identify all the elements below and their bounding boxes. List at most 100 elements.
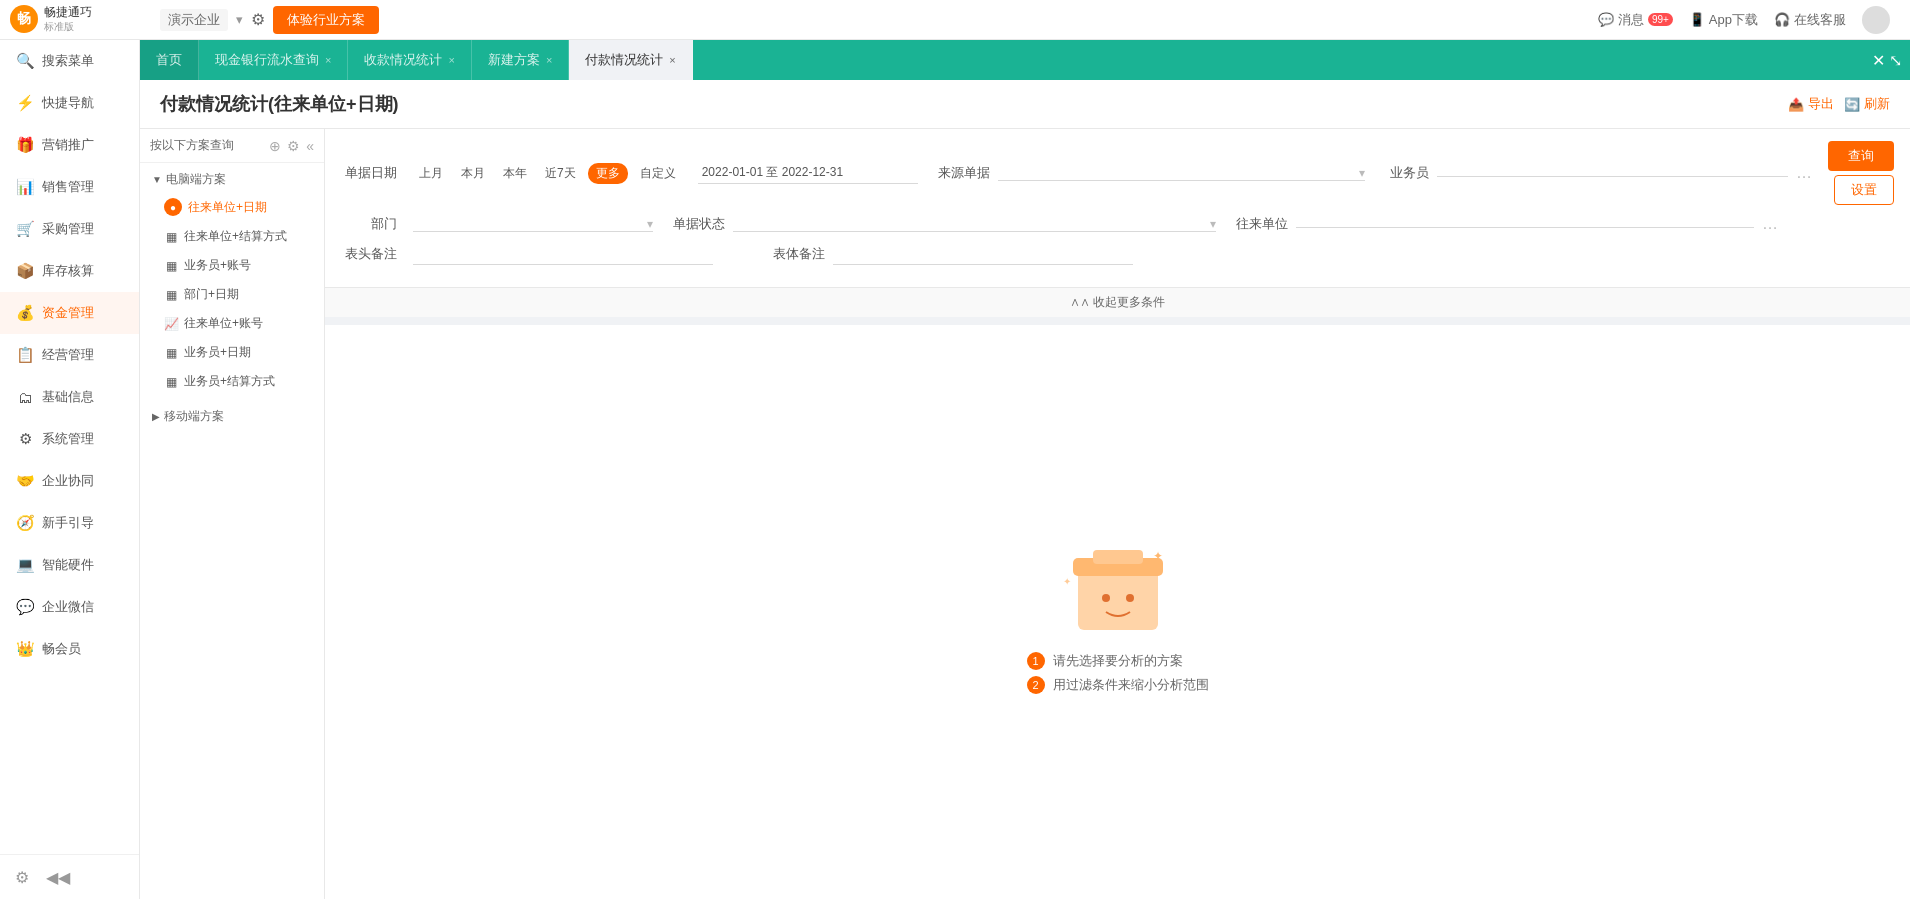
source-select[interactable]: ▾	[998, 166, 1365, 181]
tab-cash-bank-close[interactable]: ×	[325, 54, 331, 66]
sidebar-item-finance[interactable]: 💰 资金管理	[0, 292, 139, 334]
mobile-group-arrow-icon: ▶	[152, 411, 160, 422]
scheme-add-icon[interactable]: ⊕	[269, 138, 281, 154]
scheme-header-label: 按以下方案查询	[150, 137, 234, 154]
logo-text-block: 畅捷通巧 标准版	[44, 5, 92, 33]
user-avatar[interactable]	[1862, 6, 1890, 34]
voucher-status-label: 单据状态	[669, 215, 725, 233]
sidebar-item-basic-info[interactable]: 🗂 基础信息	[0, 376, 139, 418]
date-last-7days[interactable]: 近7天	[539, 163, 582, 184]
company-name[interactable]: 演示企业	[160, 9, 228, 31]
counterpart-value	[1296, 221, 1755, 227]
hardware-icon: 💻	[16, 556, 34, 574]
filter-line-2: 部门 ▾ 单据状态 ▾	[341, 215, 1894, 233]
scheme-item-salesman-settle[interactable]: ▦ 业务员+结算方式	[140, 367, 324, 396]
inventory-icon: 📦	[16, 262, 34, 280]
sidebar-label-search: 搜索菜单	[42, 52, 94, 70]
date-this-year[interactable]: 本年	[497, 163, 533, 184]
sidebar-label-hardware: 智能硬件	[42, 556, 94, 574]
settings-icon[interactable]: ⚙	[251, 10, 265, 29]
online-service-label: 在线客服	[1794, 11, 1846, 29]
scheme-group-mobile-title[interactable]: ▶ 移动端方案	[140, 404, 324, 429]
sidebar-label-inventory: 库存核算	[42, 262, 94, 280]
header-note-label: 表头备注	[341, 245, 397, 263]
enterprise-icon: 🤝	[16, 472, 34, 490]
date-more-tag[interactable]: 更多	[588, 163, 628, 184]
expand-tab-icon[interactable]: ⤡	[1889, 51, 1902, 70]
tab-new-scheme-close[interactable]: ×	[546, 54, 552, 66]
close-tab-icon[interactable]: ✕	[1872, 51, 1885, 70]
query-button[interactable]: 查询	[1828, 141, 1894, 171]
scheme-group-desktop-title[interactable]: ▼ 电脑端方案	[140, 167, 324, 192]
messages-label: 消息	[1618, 11, 1644, 29]
empty-hint-1: 1 请先选择要分析的方案	[1027, 652, 1209, 670]
tab-payment-stats-close[interactable]: ×	[669, 54, 675, 66]
dept-select[interactable]: ▾	[413, 217, 653, 232]
app-download-item[interactable]: 📱 App下载	[1689, 11, 1758, 29]
scheme-item-counterpart-account[interactable]: 📈 往来单位+账号	[140, 309, 324, 338]
messages-item[interactable]: 💬 消息 99+	[1598, 11, 1673, 29]
sidebar-item-enterprise[interactable]: 🤝 企业协同	[0, 460, 139, 502]
collapse-sidebar-icon[interactable]: ◀◀	[44, 863, 72, 891]
tab-home[interactable]: 首页	[140, 40, 199, 80]
sidebar-item-member[interactable]: 👑 畅会员	[0, 628, 139, 670]
export-icon: 📤	[1788, 97, 1804, 112]
header-note-input[interactable]	[413, 243, 713, 265]
main-layout: 🔍 搜索菜单 ⚡ 快捷导航 🎁 营销推广 📊 销售管理 🛒 采购管理 📦 库存核…	[0, 40, 1910, 899]
counterpart-more-icon[interactable]: …	[1762, 215, 1778, 233]
sidebar-item-search[interactable]: 🔍 搜索菜单	[0, 40, 139, 82]
scheme-item-salesman-date[interactable]: ▦ 业务员+日期	[140, 338, 324, 367]
sidebar-item-weixin[interactable]: 💬 企业微信	[0, 586, 139, 628]
sidebar-item-hardware[interactable]: 💻 智能硬件	[0, 544, 139, 586]
sidebar-item-guide[interactable]: 🧭 新手引导	[0, 502, 139, 544]
business-more-icon[interactable]: …	[1796, 164, 1812, 182]
dropdown-icon[interactable]: ▾	[236, 12, 243, 27]
collapse-bar[interactable]: ∧∧ 收起更多条件	[325, 287, 1910, 317]
tab-cash-bank[interactable]: 现金银行流水查询 ×	[199, 40, 348, 80]
sidebar-item-system[interactable]: ⚙ 系统管理	[0, 418, 139, 460]
sidebar-item-sales[interactable]: 📊 销售管理	[0, 166, 139, 208]
date-custom[interactable]: 自定义	[634, 163, 682, 184]
group-desktop-label: 电脑端方案	[166, 171, 226, 188]
settings-button[interactable]: 设置	[1834, 175, 1894, 205]
business-select[interactable]	[1437, 170, 1788, 177]
tab-receipt-stats-close[interactable]: ×	[448, 54, 454, 66]
tab-new-scheme[interactable]: 新建方案 ×	[472, 40, 569, 80]
export-button[interactable]: 📤 导出	[1788, 95, 1834, 113]
date-label: 单据日期	[341, 164, 397, 182]
scheme-gear-icon[interactable]: ⚙	[287, 138, 300, 154]
sidebar-label-enterprise: 企业协同	[42, 472, 94, 490]
scheme-item-label-2: 业务员+账号	[184, 257, 251, 274]
top-header: 畅 畅捷通巧 标准版 演示企业 ▾ ⚙ 体验行业方案 💬 消息 99+ 📱 Ap…	[0, 0, 1910, 40]
business-value	[1437, 170, 1788, 176]
sidebar-item-quick-nav[interactable]: ⚡ 快捷导航	[0, 82, 139, 124]
date-this-month[interactable]: 本月	[455, 163, 491, 184]
sidebar-item-purchase[interactable]: 🛒 采购管理	[0, 208, 139, 250]
online-service-item[interactable]: 🎧 在线客服	[1774, 11, 1846, 29]
sidebar-item-operations[interactable]: 📋 经营管理	[0, 334, 139, 376]
tab-home-label: 首页	[156, 51, 182, 69]
scheme-item-label-6: 业务员+结算方式	[184, 373, 275, 390]
refresh-button[interactable]: 🔄 刷新	[1844, 95, 1890, 113]
right-content: 单据日期 上月 本月 本年 近7天 更多 自定义 2022-01-01 至 20…	[325, 129, 1910, 899]
main-body: 按以下方案查询 ⊕ ⚙ « ▼ 电脑端方案	[140, 129, 1910, 899]
sidebar-item-inventory[interactable]: 📦 库存核算	[0, 250, 139, 292]
scheme-item-dept-date[interactable]: ▦ 部门+日期	[140, 280, 324, 309]
scheme-item-counterpart-settle[interactable]: ▦ 往来单位+结算方式	[140, 222, 324, 251]
tab-payment-stats[interactable]: 付款情况统计 ×	[569, 40, 692, 80]
date-last-month[interactable]: 上月	[413, 163, 449, 184]
operations-icon: 📋	[16, 346, 34, 364]
refresh-icon: 🔄	[1844, 97, 1860, 112]
sidebar-item-marketing[interactable]: 🎁 营销推广	[0, 124, 139, 166]
voucher-status-select[interactable]: ▾	[733, 217, 1216, 232]
tab-receipt-stats[interactable]: 收款情况统计 ×	[348, 40, 471, 80]
settings-bottom-icon[interactable]: ⚙	[8, 863, 36, 891]
counterpart-select[interactable]	[1296, 221, 1755, 228]
trial-button[interactable]: 体验行业方案	[273, 6, 379, 34]
scheme-item-salesman-account[interactable]: ▦ 业务员+账号	[140, 251, 324, 280]
date-range-value[interactable]: 2022-01-01 至 2022-12-31	[698, 162, 918, 184]
scheme-item-counterpart-date[interactable]: ● 往来单位+日期	[140, 192, 324, 222]
scheme-collapse-icon[interactable]: «	[306, 138, 314, 154]
body-note-input[interactable]	[833, 243, 1133, 265]
sidebar-label-quick-nav: 快捷导航	[42, 94, 94, 112]
